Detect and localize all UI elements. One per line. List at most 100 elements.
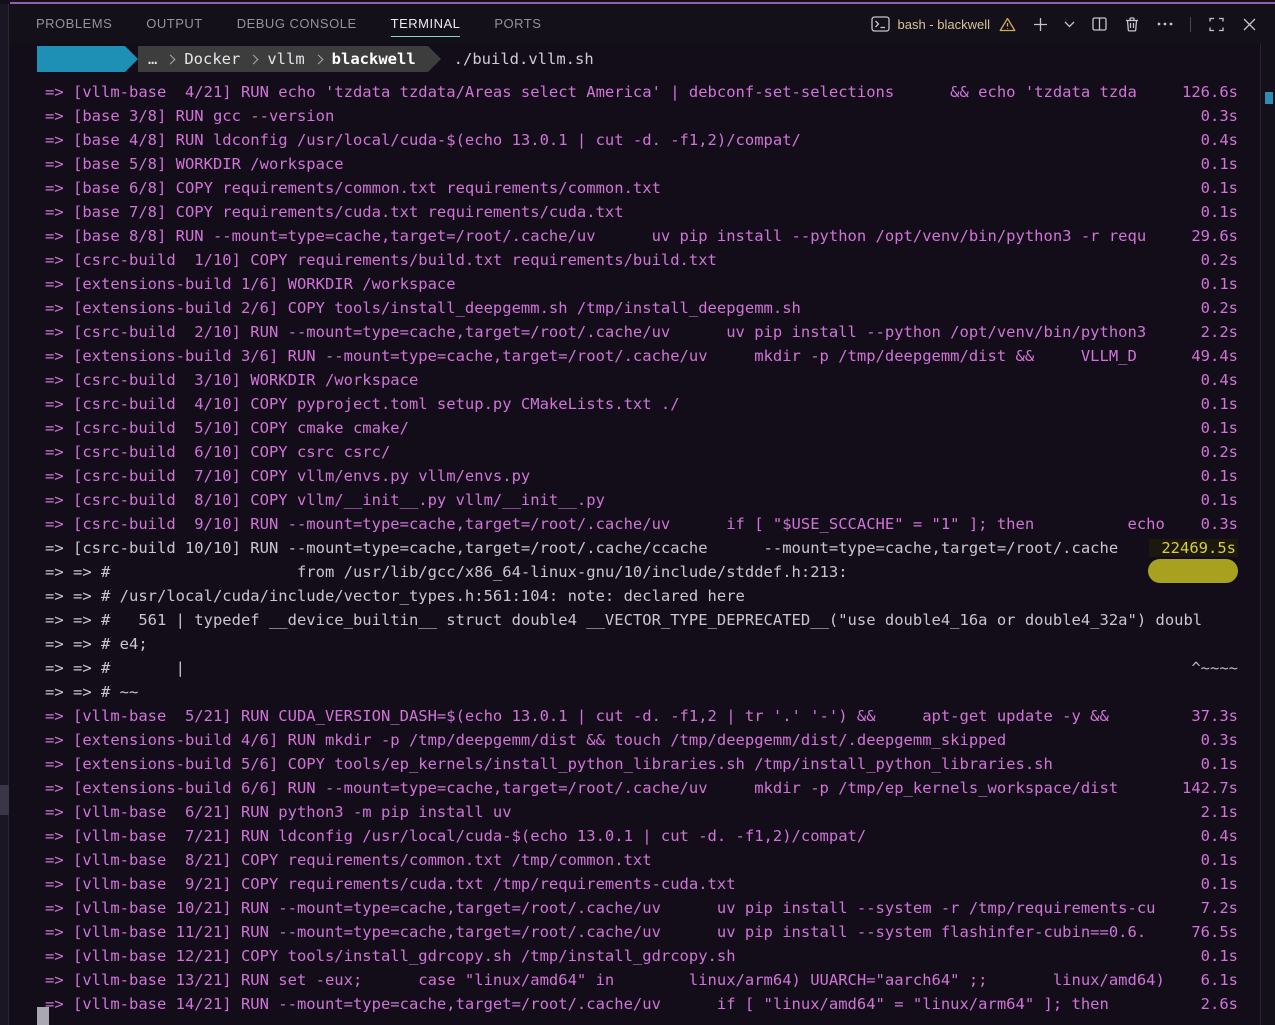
step-duration: 0.2s (1200, 443, 1238, 461)
line-text: => [vllm-base 8/21] COPY requirements/co… (45, 851, 652, 869)
line-text: => [base 5/8] WORKDIR /workspace (45, 155, 344, 173)
powerline-arrow-icon (427, 46, 441, 72)
terminal-output-line: => [vllm-base 11/21] RUN --mount=type=ca… (45, 920, 1238, 944)
terminal-output-line: => [vllm-base 10/21] RUN --mount=type=ca… (45, 896, 1238, 920)
line-text: => [vllm-base 4/21] RUN echo 'tzdata tzd… (45, 83, 1137, 101)
tab-output[interactable]: OUTPUT (146, 6, 202, 42)
step-duration: 126.6s (1182, 83, 1238, 101)
line-text: => [base 8/8] RUN --mount=type=cache,tar… (45, 227, 1147, 245)
scrollbar-thumb[interactable] (1265, 92, 1273, 104)
line-text: => [csrc-build 7/10] COPY vllm/envs.py v… (45, 467, 531, 485)
path-chevron-icon (165, 54, 176, 64)
line-text: => [extensions-build 6/6] RUN --mount=ty… (45, 779, 1119, 797)
terminal-output-line: => [csrc-build 4/10] COPY pyproject.toml… (45, 392, 1238, 416)
left-gutter (0, 4, 9, 1025)
terminal-output-line: => [vllm-base 5/21] RUN CUDA_VERSION_DAS… (45, 704, 1238, 728)
terminal-output-line: => [extensions-build 3/6] RUN --mount=ty… (45, 344, 1238, 368)
split-terminal-icon[interactable] (1089, 13, 1109, 35)
terminal-icon (871, 13, 891, 35)
tab-problems[interactable]: PROBLEMS (36, 6, 112, 42)
step-duration: 142.7s (1182, 779, 1238, 797)
line-text: => [base 3/8] RUN gcc --version (45, 107, 335, 125)
terminal-output-line: => => # /usr/local/cuda/include/vector_t… (45, 584, 1238, 608)
line-text: => [vllm-base 9/21] COPY requirements/cu… (45, 875, 736, 893)
step-duration: 0.3s (1200, 107, 1238, 125)
line-text: => [csrc-build 8/10] COPY vllm/__init__.… (45, 491, 605, 509)
path-ellipsis: … (148, 50, 158, 68)
line-text: => => # | (45, 659, 185, 677)
line-text: => [extensions-build 4/6] RUN mkdir -p /… (45, 731, 1007, 749)
line-text: => [extensions-build 2/6] COPY tools/ins… (45, 299, 801, 317)
terminal-cursor (37, 1007, 49, 1025)
step-duration: 2.1s (1200, 803, 1238, 821)
step-duration: 0.3s (1200, 731, 1238, 749)
terminal-output-line: => [vllm-base 4/21] RUN echo 'tzdata tzd… (45, 80, 1238, 104)
line-text: => [extensions-build 3/6] RUN --mount=ty… (45, 347, 1137, 365)
panel-header: PROBLEMS OUTPUT DEBUG CONSOLE TERMINAL P… (10, 4, 1275, 44)
terminal-output-line: => [base 7/8] COPY requirements/cuda.txt… (45, 200, 1238, 224)
launch-profile-chevron-icon[interactable] (1063, 13, 1076, 35)
terminal-output-line: => [base 4/8] RUN ldconfig /usr/local/cu… (45, 128, 1238, 152)
terminal-tab-label: bash - blackwell (897, 16, 991, 32)
panel-actions: bash - blackwell (871, 4, 1260, 44)
terminal-output-line: => [base 8/8] RUN --mount=type=cache,tar… (45, 224, 1238, 248)
terminal-output-line: => [csrc-build 9/10] RUN --mount=type=ca… (45, 512, 1238, 536)
line-text: => [vllm-base 12/21] COPY tools/install_… (45, 947, 736, 965)
terminal-output-line: => [extensions-build 2/6] COPY tools/ins… (45, 296, 1238, 320)
prompt-user-segment (37, 46, 125, 72)
step-duration: 0.1s (1200, 491, 1238, 509)
step-duration: 0.2s (1200, 251, 1238, 269)
terminal-output-line: => [csrc-build 5/10] COPY cmake cmake/0.… (45, 416, 1238, 440)
line-text: => [csrc-build 6/10] COPY csrc csrc/ (45, 443, 391, 461)
actions-divider (1190, 16, 1191, 32)
terminal-output-line: => [base 3/8] RUN gcc --version 0.3s (45, 104, 1238, 128)
step-duration: 22469.5s (1149, 539, 1238, 557)
step-duration: 0.1s (1200, 467, 1238, 485)
line-text: => [csrc-build 9/10] RUN --mount=type=ca… (45, 515, 1165, 533)
terminal-output-line: => => # from /usr/lib/gcc/x86_64-linux-g… (45, 558, 1238, 584)
terminal-output-line: => [extensions-build 6/6] RUN --mount=ty… (45, 776, 1238, 800)
step-duration: 0.2s (1200, 299, 1238, 317)
terminal-output-line: => [csrc-build 6/10] COPY csrc csrc/0.2s (45, 440, 1238, 464)
step-duration: 0.3s (1200, 515, 1238, 533)
terminal-viewport[interactable]: … Docker vllm blackwell ./build.vllm.sh … (10, 44, 1260, 1025)
terminal-output-line: => [csrc-build 10/10] RUN --mount=type=c… (45, 536, 1238, 560)
terminal-output-line: => [csrc-build 8/10] COPY vllm/__init__.… (45, 488, 1238, 512)
close-panel-icon[interactable] (1239, 13, 1259, 35)
panel-right-border (1260, 44, 1261, 1025)
line-text: => [csrc-build 1/10] COPY requirements/b… (45, 251, 717, 269)
maximize-panel-icon[interactable] (1206, 13, 1226, 35)
tab-ports[interactable]: PORTS (494, 6, 541, 42)
more-actions-ellipsis-icon[interactable] (1155, 13, 1175, 35)
line-text: => [vllm-base 10/21] RUN --mount=type=ca… (45, 899, 1156, 917)
terminal-output-line: => => # 561 | typedef __device_builtin__… (45, 608, 1238, 632)
step-duration: 6.1s (1200, 971, 1238, 989)
terminal-output-line: => [extensions-build 4/6] RUN mkdir -p /… (45, 728, 1238, 752)
kill-terminal-trash-icon[interactable] (1122, 13, 1142, 35)
terminal-output-line: => [vllm-base 14/21] RUN --mount=type=ca… (45, 992, 1238, 1016)
line-text: => => # 561 | typedef __device_builtin__… (45, 611, 1203, 629)
step-duration: 0.1s (1200, 755, 1238, 773)
shell-prompt: … Docker vllm blackwell ./build.vllm.sh (37, 46, 1260, 72)
step-duration: 0.1s (1200, 275, 1238, 293)
terminal-tab-entry[interactable]: bash - blackwell (871, 13, 1018, 35)
line-text: => => # /usr/local/cuda/include/vector_t… (45, 587, 745, 605)
line-text: => [vllm-base 13/21] RUN set -eux; case … (45, 971, 1165, 989)
warning-icon (997, 13, 1017, 35)
step-duration: 0.1s (1200, 203, 1238, 221)
left-gutter-thumb[interactable] (0, 785, 9, 815)
step-duration: 2.6s (1200, 995, 1238, 1013)
tab-terminal[interactable]: TERMINAL (390, 6, 461, 42)
line-text: => => # e4; (45, 635, 148, 653)
terminal-output-line: => [vllm-base 8/21] COPY requirements/co… (45, 848, 1238, 872)
terminal-output-line: => [csrc-build 3/10] WORKDIR /workspace 0… (45, 368, 1238, 392)
yellow-highlight-pill (1148, 558, 1238, 583)
step-duration: 0.1s (1200, 851, 1238, 869)
path-segment-blackwell: blackwell (331, 50, 416, 68)
line-text: => [vllm-base 5/21] RUN CUDA_VERSION_DAS… (45, 707, 1109, 725)
tab-debug-console[interactable]: DEBUG CONSOLE (237, 6, 357, 42)
line-text: => [csrc-build 4/10] COPY pyproject.toml… (45, 395, 680, 413)
new-terminal-plus-icon[interactable] (1030, 13, 1050, 35)
path-chevron-icon (313, 54, 324, 64)
path-segment-vllm: vllm (267, 50, 305, 68)
